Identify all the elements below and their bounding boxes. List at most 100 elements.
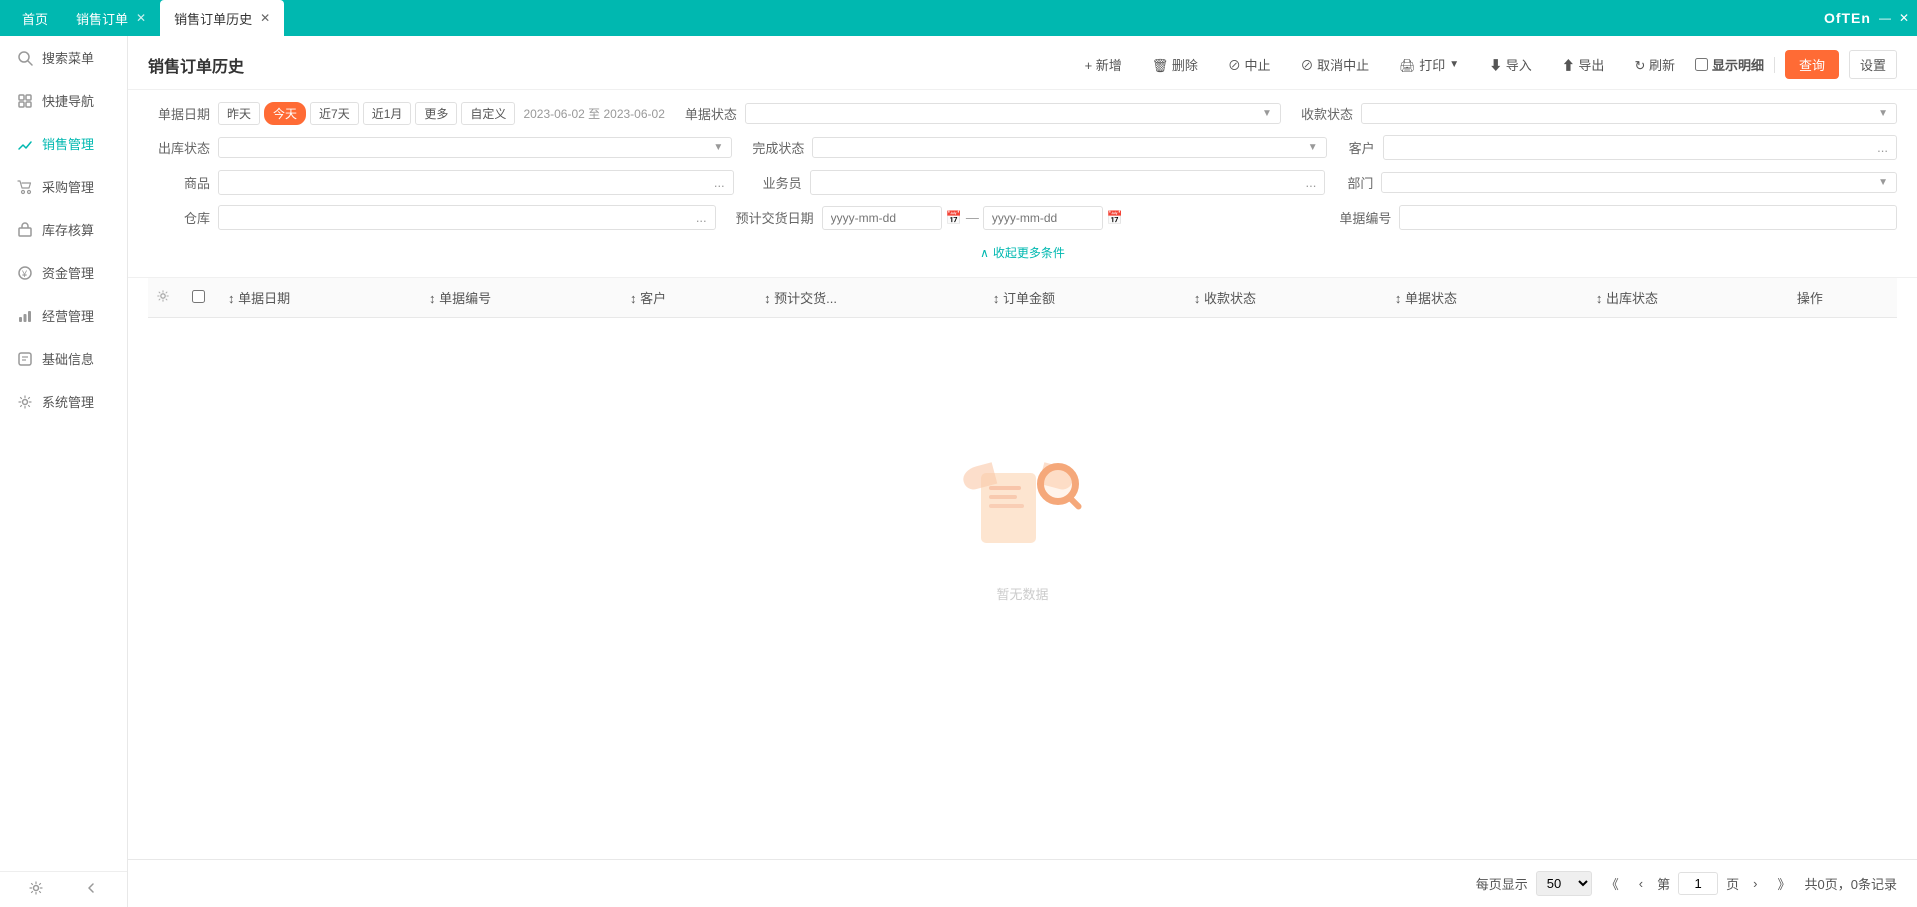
operations-icon bbox=[16, 307, 34, 325]
sidebar-item-system[interactable]: 系统管理 bbox=[0, 380, 127, 423]
complete-status-arrow: ▼ bbox=[1308, 142, 1318, 153]
date-range-text: 2023-06-02 至 2023-06-02 bbox=[523, 105, 664, 122]
out-status-select[interactable]: ▼ bbox=[218, 137, 732, 158]
date-btn-custom[interactable]: 自定义 bbox=[461, 102, 515, 125]
th-doc-number[interactable]: ↕ 单据编号 bbox=[421, 278, 622, 318]
date-from-calendar-icon[interactable]: 📅 bbox=[946, 210, 962, 226]
date-btn-yesterday[interactable]: 昨天 bbox=[218, 102, 260, 125]
new-btn[interactable]: + 新增 bbox=[1075, 51, 1132, 78]
sidebar-item-purchase-mgmt[interactable]: 采购管理 bbox=[0, 165, 127, 208]
product-input[interactable]: ... bbox=[218, 170, 734, 195]
th-order-amount[interactable]: ↕ 订单金额 bbox=[985, 278, 1186, 318]
next-page-btn[interactable]: › bbox=[1747, 873, 1763, 894]
data-table: ↕ 单据日期 ↕ 单据编号 ↕ 客户 ↕ 预计交货... ↕ 订单金额 bbox=[148, 278, 1897, 743]
last-page-btn[interactable]: 》 bbox=[1772, 871, 1797, 896]
first-page-btn[interactable]: 《 bbox=[1600, 871, 1625, 896]
print-btn[interactable]: 🖨 打印 ▼ bbox=[1389, 51, 1469, 78]
sidebar-bottom bbox=[0, 871, 127, 907]
content-area: 销售订单历史 + 新增 🗑 删除 ⊘ 中止 ⊘ 取消中止 🖨 打印 ▼ bbox=[128, 36, 1917, 907]
print-btn-label: 🖨 打印 bbox=[1399, 55, 1445, 74]
import-btn-label: ⬇ 导入 bbox=[1489, 55, 1532, 74]
department-select[interactable]: ▼ bbox=[1381, 172, 1897, 193]
filter-row-4: 仓库 ... 预计交货日期 📅 — 📅 单据编号 bbox=[148, 205, 1897, 230]
sidebar-collapse-btn[interactable] bbox=[83, 880, 99, 899]
import-btn[interactable]: ⬇ 导入 bbox=[1479, 51, 1542, 78]
print-dropdown-icon[interactable]: ▼ bbox=[1449, 59, 1459, 70]
prev-page-btn[interactable]: ‹ bbox=[1633, 873, 1649, 894]
refresh-btn[interactable]: ↻ 刷新 bbox=[1624, 51, 1685, 78]
sidebar-item-operations[interactable]: 经营管理 bbox=[0, 294, 127, 337]
basic-info-icon bbox=[16, 350, 34, 368]
date-btn-more[interactable]: 更多 bbox=[415, 102, 457, 125]
customer-control: ... bbox=[1383, 135, 1897, 160]
tab-home[interactable]: 首页 bbox=[8, 0, 62, 36]
date-btn-today[interactable]: 今天 bbox=[264, 102, 306, 125]
customer-input[interactable]: ... bbox=[1383, 135, 1897, 160]
sidebar-item-operations-label: 经营管理 bbox=[42, 306, 94, 325]
expected-date-control: 📅 — 📅 bbox=[822, 206, 1320, 230]
date-btn-1month[interactable]: 近1月 bbox=[363, 102, 412, 125]
date-btn-7days[interactable]: 近7天 bbox=[310, 102, 359, 125]
tab-sales-order-history[interactable]: 销售订单历史 ✕ bbox=[160, 0, 284, 36]
sidebar-settings-btn[interactable] bbox=[28, 880, 44, 899]
sidebar-item-inventory[interactable]: 库存核算 bbox=[0, 208, 127, 251]
sidebar-item-basic-info-label: 基础信息 bbox=[42, 349, 94, 368]
cancel-stop-btn-label: ⊘ 取消中止 bbox=[1301, 55, 1370, 74]
filter-row-2: 出库状态 ▼ 完成状态 ▼ 客户 ... bbox=[148, 135, 1897, 160]
select-all-checkbox[interactable] bbox=[192, 290, 205, 303]
sidebar-item-sales-mgmt[interactable]: 销售管理 bbox=[0, 122, 127, 165]
settings-btn[interactable]: 设置 bbox=[1849, 50, 1897, 79]
date-to-calendar-icon[interactable]: 📅 bbox=[1107, 210, 1123, 226]
show-detail-checkbox[interactable] bbox=[1695, 58, 1708, 71]
refresh-btn-label: ↻ 刷新 bbox=[1634, 55, 1675, 74]
th-customer[interactable]: ↕ 客户 bbox=[622, 278, 756, 318]
stop-btn[interactable]: ⊘ 中止 bbox=[1218, 51, 1281, 78]
product-label: 商品 bbox=[148, 173, 218, 192]
th-out-status[interactable]: ↕ 出库状态 bbox=[1588, 278, 1789, 318]
th-doc-date[interactable]: ↕ 单据日期 bbox=[220, 278, 421, 318]
sidebar-item-system-label: 系统管理 bbox=[42, 392, 94, 411]
query-btn[interactable]: 查询 bbox=[1785, 50, 1839, 79]
purchase-mgmt-icon bbox=[16, 178, 34, 196]
expected-date-from[interactable] bbox=[822, 206, 942, 230]
salesman-input[interactable]: ... bbox=[810, 170, 1326, 195]
window-minimize[interactable]: — bbox=[1879, 11, 1891, 25]
column-settings-btn[interactable] bbox=[156, 289, 170, 306]
tab-sales-order[interactable]: 销售订单 ✕ bbox=[62, 0, 160, 36]
export-btn[interactable]: ⬆ 导出 bbox=[1552, 51, 1615, 78]
settings-btn-label: 设置 bbox=[1860, 55, 1886, 74]
sidebar-item-basic-info[interactable]: 基础信息 bbox=[0, 337, 127, 380]
delete-btn[interactable]: 🗑 删除 bbox=[1142, 51, 1208, 78]
table-header-row: ↕ 单据日期 ↕ 单据编号 ↕ 客户 ↕ 预计交货... ↕ 订单金额 bbox=[148, 278, 1897, 318]
complete-status-select[interactable]: ▼ bbox=[812, 137, 1326, 158]
warehouse-input[interactable]: ... bbox=[218, 205, 716, 230]
sidebar-item-quick-nav[interactable]: 快捷导航 bbox=[0, 79, 127, 122]
export-btn-label: ⬆ 导出 bbox=[1562, 55, 1605, 74]
receipt-status-select[interactable]: ▼ bbox=[1361, 103, 1897, 124]
sidebar-item-finance[interactable]: ¥ 资金管理 bbox=[0, 251, 127, 294]
collapse-link[interactable]: ∧ 收起更多条件 bbox=[148, 240, 1897, 265]
tab-sales-order-close[interactable]: ✕ bbox=[136, 11, 146, 25]
product-control: ... bbox=[218, 170, 734, 195]
sidebar-item-inventory-label: 库存核算 bbox=[42, 220, 94, 239]
th-doc-status[interactable]: ↕ 单据状态 bbox=[1387, 278, 1588, 318]
th-expected-delivery[interactable]: ↕ 预计交货... bbox=[756, 278, 985, 318]
tab-sales-order-history-close[interactable]: ✕ bbox=[260, 11, 270, 25]
page-label: 第 bbox=[1657, 874, 1670, 893]
sidebar-item-search-menu-label: 搜索菜单 bbox=[42, 48, 94, 67]
finance-icon: ¥ bbox=[16, 264, 34, 282]
toolbar: + 新增 🗑 删除 ⊘ 中止 ⊘ 取消中止 🖨 打印 ▼ ⬇ 导入 bbox=[1075, 50, 1897, 79]
doc-status-control: ▼ bbox=[745, 103, 1281, 124]
main-layout: 搜索菜单 快捷导航 销售管理 采购管理 库存核算 bbox=[0, 36, 1917, 907]
doc-status-select[interactable]: ▼ bbox=[745, 103, 1281, 124]
cancel-stop-btn[interactable]: ⊘ 取消中止 bbox=[1291, 51, 1380, 78]
doc-number-input[interactable] bbox=[1399, 205, 1897, 230]
window-close[interactable]: ✕ bbox=[1899, 11, 1909, 25]
sidebar-item-search-menu[interactable]: 搜索菜单 bbox=[0, 36, 127, 79]
page-number-input[interactable] bbox=[1678, 872, 1718, 895]
expected-date-to[interactable] bbox=[983, 206, 1103, 230]
th-receipt-status[interactable]: ↕ 收款状态 bbox=[1186, 278, 1387, 318]
expected-date-label: 预计交货日期 bbox=[736, 208, 822, 227]
page-size-select[interactable]: 50 20 100 bbox=[1536, 871, 1592, 896]
doc-status-arrow: ▼ bbox=[1262, 108, 1272, 119]
